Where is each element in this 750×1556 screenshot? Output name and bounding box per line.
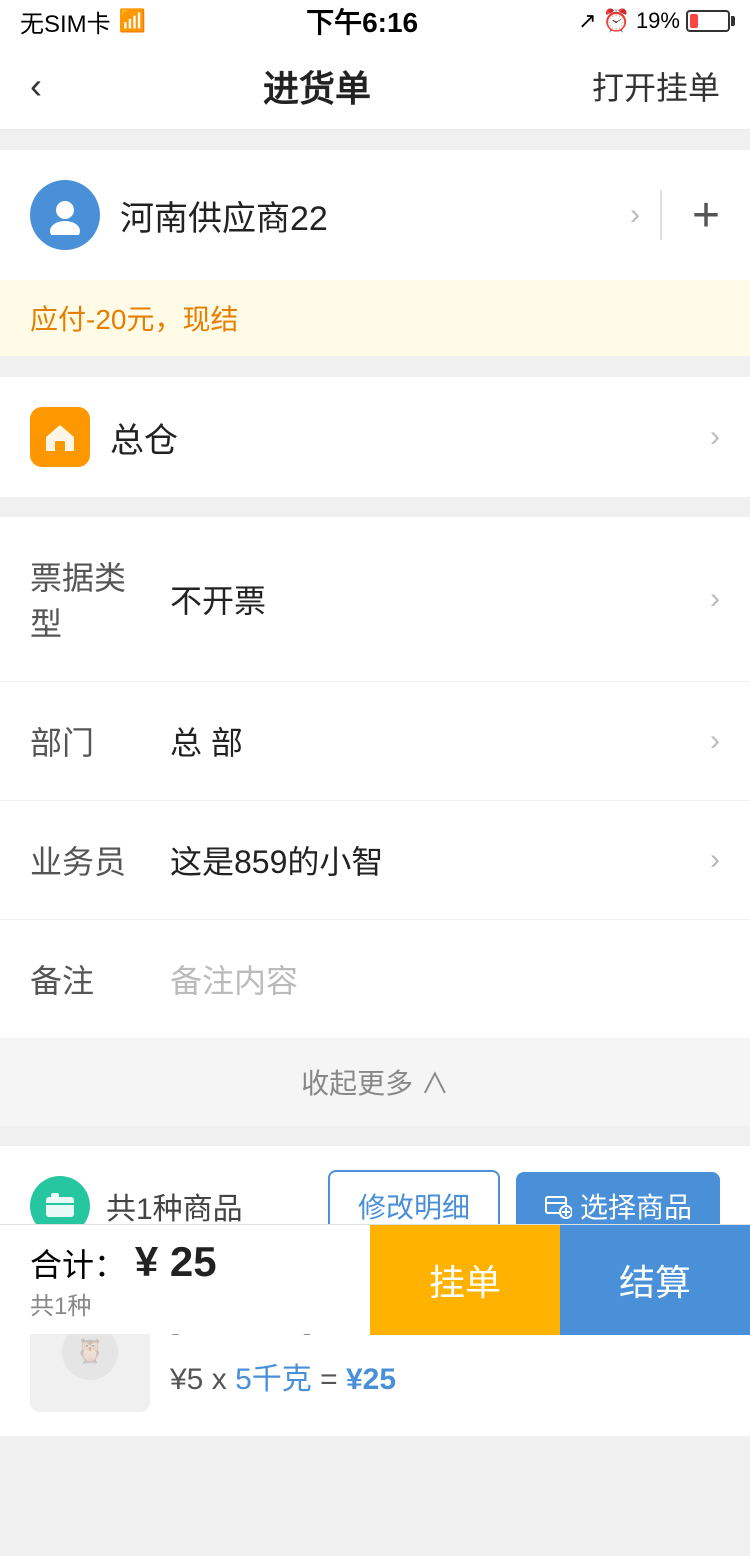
remark-row[interactable]: 备注 备注内容 (0, 920, 750, 1038)
payable-notice: 应付-20元，现结 (0, 280, 750, 356)
battery-icon (686, 10, 730, 32)
back-button[interactable]: ‹ (30, 65, 42, 107)
price-multiply: x (212, 1363, 235, 1396)
select-product-label: 选择商品 (580, 1186, 692, 1226)
total-label: 合计： (30, 1247, 126, 1283)
open-hang-button[interactable]: 打开挂单 (592, 63, 720, 109)
footer-spacer (0, 1436, 750, 1556)
remark-label: 备注 (30, 956, 150, 1002)
footer-sub-label: 共1种 (30, 1286, 340, 1321)
warehouse-chevron-icon: › (710, 420, 720, 454)
page-title: 进货单 (263, 60, 371, 112)
warehouse-icon (30, 407, 90, 467)
footer-total: 合计： ¥ 25 共1种 (0, 1238, 370, 1321)
remark-input[interactable]: 备注内容 (150, 956, 720, 1002)
carrier-label: 无SIM卡 (20, 4, 111, 39)
add-icon[interactable]: + (692, 188, 720, 243)
collapse-label: 收起更多 ∧ (301, 1068, 449, 1099)
salesperson-chevron-icon: › (710, 843, 720, 877)
svg-text:🦉: 🦉 (75, 1338, 105, 1365)
time-label: 下午6:16 (306, 1, 418, 41)
footer: 合计： ¥ 25 共1种 挂单 结算 (0, 1224, 750, 1334)
invoice-type-value: 不开票 (150, 576, 710, 622)
location-icon: ↗ (578, 8, 596, 34)
hang-button[interactable]: 挂单 (370, 1225, 560, 1335)
supplier-row[interactable]: 河南供应商22 › + (0, 150, 750, 280)
price-equals: = (320, 1363, 346, 1396)
divider-4 (0, 1126, 750, 1146)
salesperson-value: 这是859的小智 (150, 837, 710, 883)
wifi-icon: 📶 (119, 8, 146, 34)
battery-percent: 19% (636, 8, 680, 34)
divider-1 (0, 130, 750, 150)
invoice-type-label: 票据类型 (30, 553, 150, 645)
checkout-button[interactable]: 结算 (560, 1225, 750, 1335)
nav-bar: ‹ 进货单 打开挂单 (0, 42, 750, 130)
price-unit: ¥5 (170, 1363, 203, 1396)
alarm-icon: ⏰ (603, 8, 630, 34)
divider-3 (0, 497, 750, 517)
invoice-type-row[interactable]: 票据类型 不开票 › (0, 517, 750, 682)
salesperson-row[interactable]: 业务员 这是859的小智 › (0, 801, 750, 920)
warehouse-name: 总仓 (110, 413, 710, 462)
total-amount: ¥ 25 (135, 1238, 217, 1285)
warehouse-row[interactable]: 总仓 › (0, 376, 750, 497)
supplier-avatar (30, 180, 100, 250)
invoice-type-chevron-icon: › (710, 582, 720, 616)
salesperson-label: 业务员 (30, 837, 150, 883)
status-bar: 无SIM卡 📶 下午6:16 ↗ ⏰ 19% (0, 0, 750, 42)
collapse-row[interactable]: 收起更多 ∧ (0, 1038, 750, 1126)
department-row[interactable]: 部门 总 部 › (0, 682, 750, 801)
product-total: ¥25 (346, 1363, 396, 1396)
product-count: 共1种商品 (106, 1184, 328, 1228)
product-price: ¥5 x 5千克 = ¥25 (170, 1354, 678, 1398)
supplier-divider (660, 190, 662, 240)
supplier-section: 河南供应商22 › + 应付-20元，现结 (0, 150, 750, 356)
supplier-chevron-icon: › (630, 198, 640, 232)
product-qty: 5千克 (235, 1363, 312, 1396)
divider-2 (0, 356, 750, 376)
status-left: 无SIM卡 📶 (20, 4, 146, 39)
department-value: 总 部 (150, 718, 710, 764)
battery-fill (690, 14, 698, 28)
status-right: ↗ ⏰ 19% (578, 8, 730, 34)
supplier-name: 河南供应商22 (120, 191, 630, 240)
form-section: 票据类型 不开票 › 部门 总 部 › 业务员 这是859的小智 › 备注 备注… (0, 517, 750, 1038)
footer-total-row: 合计： ¥ 25 (30, 1238, 340, 1286)
department-chevron-icon: › (710, 724, 720, 758)
department-label: 部门 (30, 718, 150, 764)
